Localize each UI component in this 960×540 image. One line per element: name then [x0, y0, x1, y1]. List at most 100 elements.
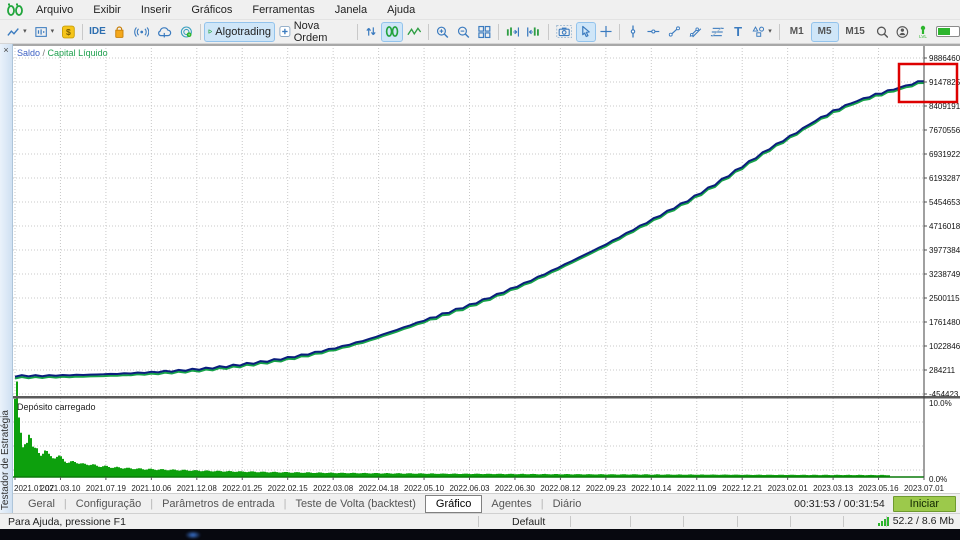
- chevron-down-icon: ▾: [768, 28, 772, 35]
- tab-teste-de-volta-backtest-[interactable]: Teste de Volta (backtest): [286, 495, 424, 513]
- signals-icon: [134, 26, 150, 37]
- vps-level-indicator[interactable]: LVL: [913, 22, 933, 42]
- x-axis-label: 2022.12.21: [722, 484, 763, 493]
- timeframe-m5-label: M5: [817, 26, 832, 37]
- fibonacci-tool-button[interactable]: [706, 22, 729, 42]
- equity-chart[interactable]: 9886460 9147825 8409191 7670556 6931922 61932…: [13, 45, 960, 494]
- auto-scroll-button[interactable]: [523, 22, 545, 42]
- legend-separator: /: [40, 48, 48, 58]
- algotrading-button[interactable]: Algotrading: [203, 21, 275, 42]
- lower-top-label: 10.0%: [929, 399, 952, 408]
- tab-gr-fico[interactable]: Gráfico: [424, 494, 483, 513]
- vertical-line-tool-button[interactable]: [623, 22, 643, 42]
- menu-arquivo[interactable]: Arquivo: [26, 0, 83, 20]
- screenshot-button[interactable]: [552, 22, 576, 42]
- y-axis-label: 5454653: [929, 198, 960, 207]
- signals-button[interactable]: [130, 22, 153, 42]
- x-axis-label: 2023.05.16: [859, 484, 900, 493]
- fibonacci-lines-icon: [710, 26, 724, 37]
- y-axis-label: 4716018: [929, 222, 960, 231]
- tab-par-metros-de-entrada[interactable]: Parâmetros de entrada: [153, 495, 284, 513]
- tab-configura-o[interactable]: Configuração: [67, 495, 150, 513]
- market-button[interactable]: [109, 22, 130, 42]
- chevron-down-icon: ▾: [23, 28, 27, 35]
- x-axis-label: 2021.07.19: [86, 484, 127, 493]
- menu-ajuda[interactable]: Ajuda: [377, 0, 425, 20]
- tab-geral[interactable]: Geral: [19, 495, 64, 513]
- menu-ferramentas[interactable]: Ferramentas: [242, 0, 324, 20]
- dollar-icon: $: [62, 25, 75, 38]
- community-button[interactable]: [892, 22, 913, 42]
- crosshair-button[interactable]: [596, 22, 616, 42]
- shift-end-button[interactable]: [502, 22, 524, 42]
- start-button[interactable]: Iniciar: [892, 495, 956, 512]
- shift-left-icon: [527, 26, 540, 37]
- lvl-icon: LVL: [919, 25, 927, 39]
- y-axis-label: 3977384: [929, 246, 960, 255]
- menu-gráficos[interactable]: Gráficos: [181, 0, 242, 20]
- tile-windows-button[interactable]: [474, 22, 495, 42]
- windows-taskbar-strip: [0, 529, 960, 540]
- chart-type-button[interactable]: ▾: [3, 22, 31, 42]
- deposit-button[interactable]: $: [58, 22, 79, 42]
- algotrading-label: Algotrading: [215, 25, 271, 38]
- y-axis-label: 2500115: [929, 294, 960, 303]
- x-axis-label: 2021.03.10: [40, 484, 81, 493]
- new-order-icon: [279, 26, 291, 37]
- vps-icon: +: [180, 25, 192, 38]
- y-axis-label: 1022846: [929, 342, 960, 351]
- x-axis-label: 2023.03.13: [813, 484, 854, 493]
- menu-exibir[interactable]: Exibir: [83, 0, 131, 20]
- timeframe-m15-button[interactable]: M15: [839, 22, 872, 42]
- x-axis-label: 2022.01.25: [222, 484, 263, 493]
- tester-tab-bar: Geral | Configuração | Parâmetros de entrada…: [13, 493, 960, 513]
- ide-button[interactable]: IDE: [86, 22, 109, 42]
- status-help-text: Para Ajuda, pressione F1: [8, 516, 126, 528]
- search-button[interactable]: [872, 22, 893, 42]
- x-axis-label: 2022.06.03: [449, 484, 490, 493]
- strategy-tester-sidebar[interactable]: × Testador de Estratégia: [0, 44, 13, 513]
- trendline-icon: [668, 26, 681, 37]
- metatrader-window: Arquivo Exibir Inserir Gráficos Ferramentas J…: [0, 0, 960, 540]
- y-axis-label: 8409191: [929, 102, 960, 111]
- tester-chart-panel: 9886460 9147825 8409191 7670556 6931922 61932…: [13, 44, 960, 494]
- menu-janela[interactable]: Janela: [325, 0, 377, 20]
- cursor-button[interactable]: [576, 21, 597, 42]
- market-depth-button[interactable]: [381, 21, 403, 42]
- menu-inserir[interactable]: Inserir: [131, 0, 182, 20]
- text-tool-button[interactable]: T: [728, 22, 748, 42]
- trendline-tool-button[interactable]: [664, 22, 685, 42]
- tab-agentes[interactable]: Agentes: [482, 495, 540, 513]
- horizontal-line-icon: [647, 29, 660, 34]
- timeframe-m1-button[interactable]: M1: [783, 22, 811, 42]
- shapes-tool-button[interactable]: ▾: [748, 22, 776, 42]
- tick-chart-button[interactable]: [361, 22, 381, 42]
- menu-bar-items: Arquivo Exibir Inserir Gráficos Ferramentas J…: [26, 0, 425, 19]
- connection-status-bar: [936, 26, 960, 37]
- nova-ordem-button[interactable]: Nova Ordem: [275, 19, 354, 44]
- timeframe-m5-button[interactable]: M5: [810, 21, 839, 42]
- vps-button[interactable]: +: [176, 22, 197, 42]
- text-tool-icon: T: [734, 24, 743, 39]
- shapes-icon: [752, 26, 765, 37]
- nova-ordem-label: Nova Ordem: [293, 19, 328, 44]
- close-icon[interactable]: ×: [0, 44, 12, 56]
- channel-tool-button[interactable]: [685, 22, 706, 42]
- zoom-in-button[interactable]: [432, 22, 453, 42]
- chart-profile-button[interactable]: ▾: [31, 22, 59, 42]
- zoom-out-button[interactable]: [453, 22, 474, 42]
- status-profile[interactable]: Default: [512, 516, 545, 528]
- toolbar: ▾ ▾ $ IDE + Algotrading Nova Ordem T ▾ M…: [0, 20, 960, 44]
- status-bar: Para Ajuda, pressione F1 Default 52.2 / …: [0, 513, 960, 529]
- tab-di-rio[interactable]: Diário: [544, 495, 591, 513]
- zigzag-button[interactable]: [403, 22, 426, 42]
- x-axis-label: 2022.10.14: [631, 484, 672, 493]
- search-icon: [876, 26, 888, 38]
- y-axis-label: 9147825: [929, 78, 960, 87]
- zoom-out-icon: [458, 26, 470, 38]
- horizontal-line-tool-button[interactable]: [643, 22, 664, 42]
- mt5-logo-icon: [4, 2, 26, 18]
- cloud-button[interactable]: [153, 22, 176, 42]
- cursor-icon: [582, 25, 591, 38]
- backtest-time-progress: 00:31:53 / 00:31:54: [794, 497, 885, 510]
